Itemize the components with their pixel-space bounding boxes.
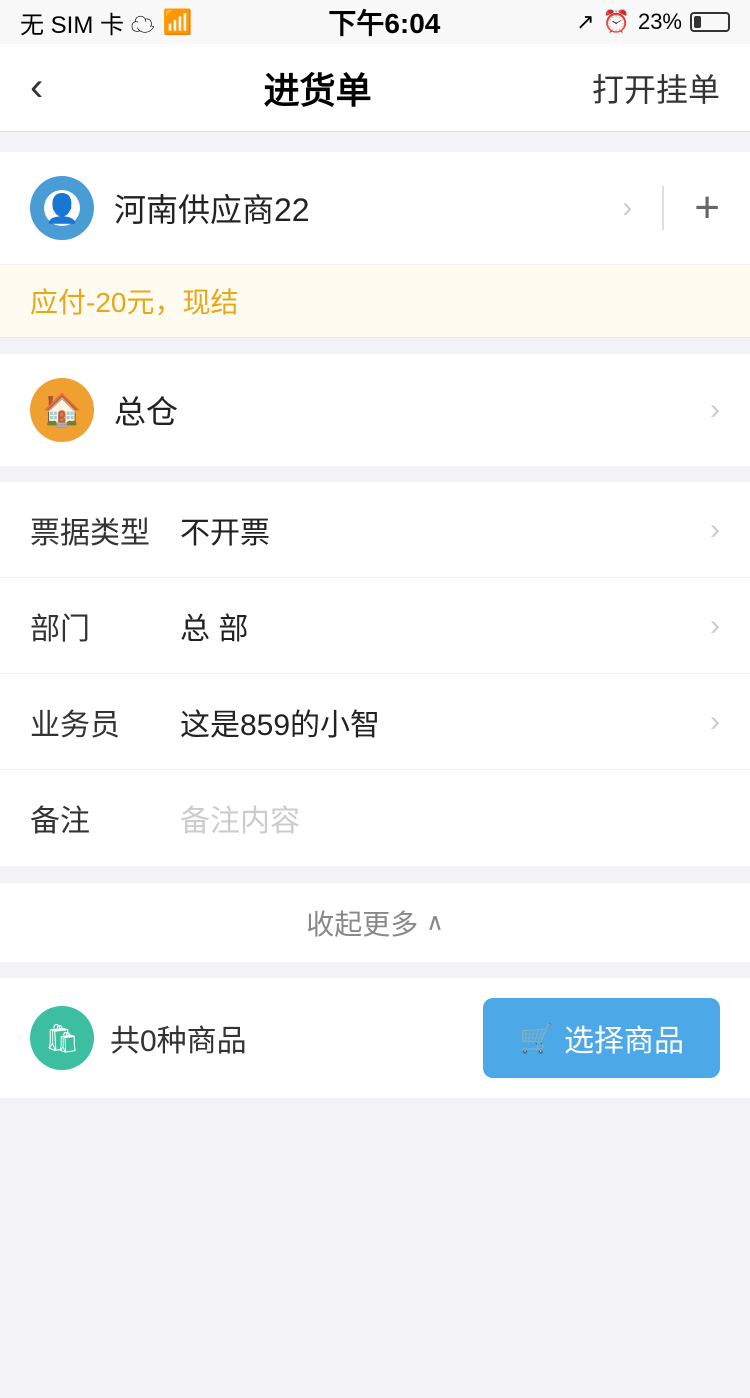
form-value-salesperson: 这是859的小智 bbox=[180, 700, 710, 744]
product-icon-wrap: 🛍 bbox=[30, 1006, 94, 1070]
form-row-invoice[interactable]: 票据类型 不开票 › bbox=[0, 482, 750, 578]
status-left: 无 SIM 卡 ☁ 📶 bbox=[20, 5, 193, 40]
avatar-person-icon: 👤 bbox=[45, 192, 80, 225]
form-arrow-invoice: › bbox=[710, 513, 720, 547]
collapse-row[interactable]: 收起更多 ∧ bbox=[0, 882, 750, 962]
form-row-department[interactable]: 部门 总 部 › bbox=[0, 578, 750, 674]
supplier-arrow-icon: › bbox=[622, 191, 632, 225]
page-title: 进货单 bbox=[264, 62, 372, 114]
battery-icon bbox=[690, 12, 730, 32]
location-icon: ↗ bbox=[576, 9, 594, 35]
warehouse-icon-wrap: 🏠 bbox=[30, 378, 94, 442]
form-label-salesperson: 业务员 bbox=[30, 700, 170, 744]
product-bar: 🛍 共0种商品 🛒 选择商品 bbox=[0, 978, 750, 1098]
back-button[interactable]: ‹ bbox=[30, 65, 43, 110]
status-time: 下午6:04 bbox=[328, 2, 440, 42]
collapse-label: 收起更多 bbox=[306, 903, 418, 943]
supplier-avatar: 👤 bbox=[30, 176, 94, 240]
form-row-remark[interactable]: 备注 备注内容 bbox=[0, 770, 750, 866]
product-count: 共0种商品 bbox=[110, 1016, 247, 1060]
alarm-icon: ⏰ bbox=[603, 9, 630, 35]
info-banner: 应付-20元，现结 bbox=[0, 265, 750, 338]
wifi-icon: 📶 bbox=[163, 8, 193, 37]
sim-status: 无 SIM 卡 ☁ bbox=[20, 5, 155, 40]
status-bar: 无 SIM 卡 ☁ 📶 下午6:04 ↗ ⏰ 23% bbox=[0, 0, 750, 44]
form-placeholder-remark: 备注内容 bbox=[180, 796, 720, 840]
select-product-button[interactable]: 🛒 选择商品 bbox=[483, 998, 720, 1078]
battery-percent: 23% bbox=[638, 9, 682, 35]
form-arrow-salesperson: › bbox=[710, 705, 720, 739]
supplier-name: 河南供应商22 bbox=[114, 185, 622, 231]
form-label-remark: 备注 bbox=[30, 796, 170, 840]
warehouse-arrow-icon: › bbox=[710, 393, 720, 427]
form-value-invoice: 不开票 bbox=[180, 508, 710, 552]
form-label-invoice: 票据类型 bbox=[30, 508, 170, 552]
select-product-label: 选择商品 bbox=[564, 1016, 684, 1060]
page-bottom bbox=[0, 1098, 750, 1398]
form-value-department: 总 部 bbox=[180, 604, 710, 648]
form-section: 票据类型 不开票 › 部门 总 部 › 业务员 这是859的小智 › 备注 备注… bbox=[0, 482, 750, 866]
warehouse-section: 🏠 总仓 › bbox=[0, 354, 750, 466]
form-row-salesperson[interactable]: 业务员 这是859的小智 › bbox=[0, 674, 750, 770]
form-arrow-department: › bbox=[710, 609, 720, 643]
warehouse-icon: 🏠 bbox=[42, 391, 82, 429]
collapse-arrow-icon: ∧ bbox=[426, 908, 444, 937]
select-product-icon: 🛒 bbox=[519, 1022, 554, 1055]
supplier-section: 👤 河南供应商22 › + 应付-20元，现结 bbox=[0, 152, 750, 338]
product-bag-icon: 🛍 bbox=[44, 1022, 80, 1055]
supplier-divider bbox=[662, 186, 664, 230]
status-right: ↗ ⏰ 23% bbox=[576, 9, 730, 35]
product-left: 🛍 共0种商品 bbox=[30, 1006, 247, 1070]
open-pending-button[interactable]: 打开挂单 bbox=[592, 65, 720, 111]
section-gap bbox=[0, 132, 750, 152]
form-label-department: 部门 bbox=[30, 604, 170, 648]
warehouse-name: 总仓 bbox=[114, 387, 710, 433]
warehouse-row[interactable]: 🏠 总仓 › bbox=[0, 354, 750, 466]
nav-bar: ‹ 进货单 打开挂单 bbox=[0, 44, 750, 132]
supplier-add-button[interactable]: + bbox=[694, 183, 720, 233]
supplier-row[interactable]: 👤 河南供应商22 › + bbox=[0, 152, 750, 265]
